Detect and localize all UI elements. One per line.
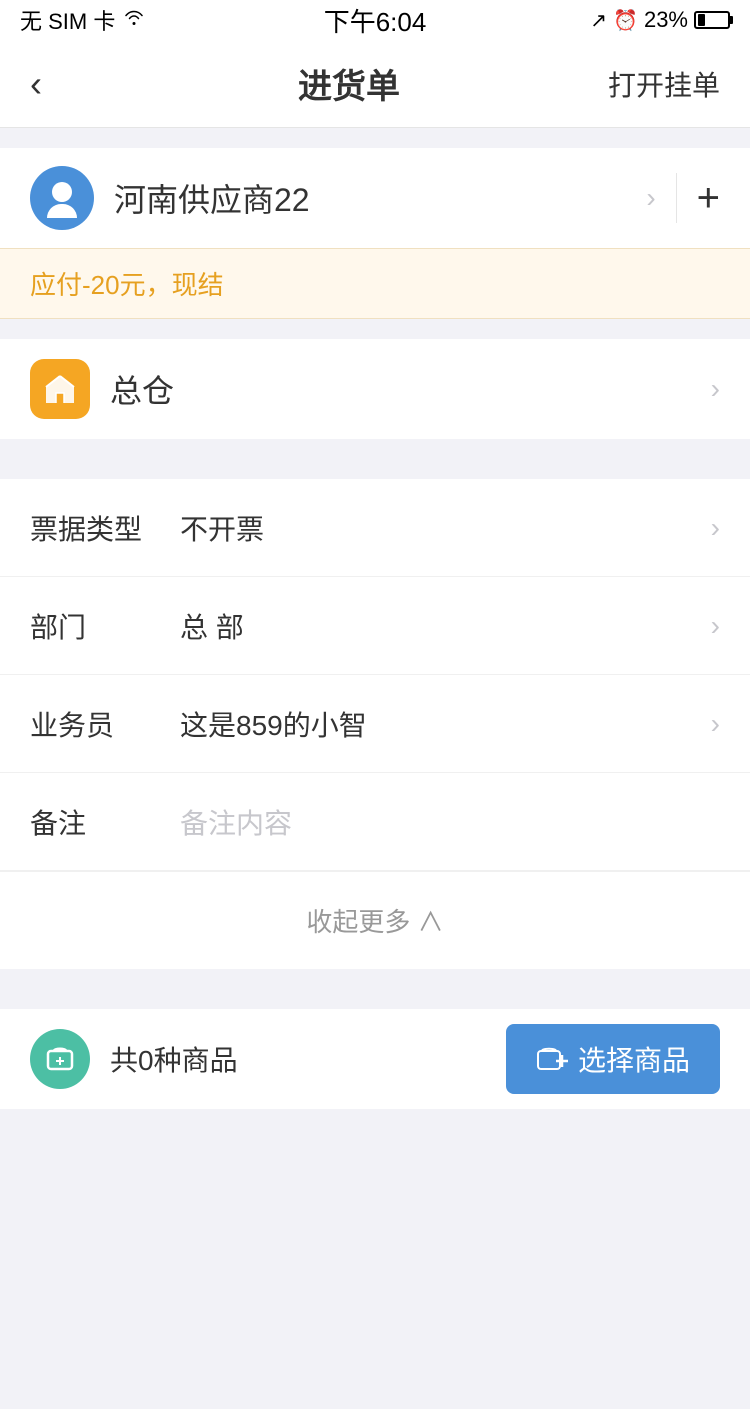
supplier-arrow-icon: › xyxy=(646,182,655,214)
avatar-person-icon xyxy=(46,182,78,214)
salesperson-label: 业务员 xyxy=(30,704,170,744)
wifi-icon xyxy=(123,9,145,32)
notice-bar: 应付-20元，现结 xyxy=(0,248,750,319)
status-bar: 无 SIM 卡 下午6:04 ↗ ⏰ 23% xyxy=(0,0,750,40)
add-supplier-button[interactable]: + xyxy=(697,178,720,218)
bottom-bar: 共0种商品 选择商品 xyxy=(0,1009,750,1109)
remark-placeholder[interactable]: 备注内容 xyxy=(170,802,720,842)
salesperson-row[interactable]: 业务员 这是859的小智 › xyxy=(0,675,750,773)
warehouse-row[interactable]: 总仓 › xyxy=(0,339,750,439)
battery-icon xyxy=(694,11,730,29)
status-time: 下午6:04 xyxy=(324,2,427,39)
warehouse-section: 总仓 › xyxy=(0,339,750,439)
salesperson-arrow-icon: › xyxy=(711,708,720,740)
carrier-label: 无 SIM 卡 xyxy=(20,4,115,36)
invoice-type-value: 不开票 xyxy=(170,508,711,548)
warehouse-icon xyxy=(30,359,90,419)
supplier-name: 河南供应商22 xyxy=(114,175,646,221)
open-pending-button[interactable]: 打开挂单 xyxy=(608,64,720,104)
status-left: 无 SIM 卡 xyxy=(20,4,145,36)
supplier-avatar xyxy=(30,166,94,230)
notice-text: 应付-20元，现结 xyxy=(30,270,224,300)
warehouse-name: 总仓 xyxy=(110,366,711,412)
section-divider-2 xyxy=(0,439,750,459)
page-title: 进货单 xyxy=(298,59,400,108)
collapse-row[interactable]: 收起更多 ∧ xyxy=(0,871,750,969)
battery-percent: 23% xyxy=(644,7,688,33)
invoice-type-arrow-icon: › xyxy=(711,512,720,544)
product-count-label: 共0种商品 xyxy=(110,1039,506,1079)
remark-label: 备注 xyxy=(30,802,170,842)
nav-bar: ‹ 进货单 打开挂单 xyxy=(0,40,750,128)
select-goods-button[interactable]: 选择商品 xyxy=(506,1024,720,1094)
warehouse-arrow-icon: › xyxy=(711,373,720,405)
status-right: ↗ ⏰ 23% xyxy=(590,7,730,33)
back-button[interactable]: ‹ xyxy=(30,63,90,105)
location-icon: ↗ xyxy=(590,8,607,33)
vertical-divider xyxy=(676,173,677,223)
invoice-type-label: 票据类型 xyxy=(30,508,170,548)
invoice-type-row[interactable]: 票据类型 不开票 › xyxy=(0,479,750,577)
form-section: 票据类型 不开票 › 部门 总 部 › 业务员 这是859的小智 › 备注 备注… xyxy=(0,479,750,969)
supplier-section: 河南供应商22 › + 应付-20元，现结 xyxy=(0,148,750,319)
salesperson-value: 这是859的小智 xyxy=(170,704,711,744)
supplier-row[interactable]: 河南供应商22 › + xyxy=(0,148,750,248)
remark-row[interactable]: 备注 备注内容 xyxy=(0,773,750,871)
department-row[interactable]: 部门 总 部 › xyxy=(0,577,750,675)
page-bottom xyxy=(0,1109,750,1409)
department-label: 部门 xyxy=(30,606,170,646)
department-arrow-icon: › xyxy=(711,610,720,642)
clock-icon: ⏰ xyxy=(613,8,638,33)
section-divider-3 xyxy=(0,969,750,989)
collapse-label[interactable]: 收起更多 ∧ xyxy=(306,907,443,937)
product-icon xyxy=(30,1029,90,1089)
department-value: 总 部 xyxy=(170,606,711,646)
select-goods-label: 选择商品 xyxy=(578,1039,690,1079)
section-divider-1 xyxy=(0,128,750,148)
